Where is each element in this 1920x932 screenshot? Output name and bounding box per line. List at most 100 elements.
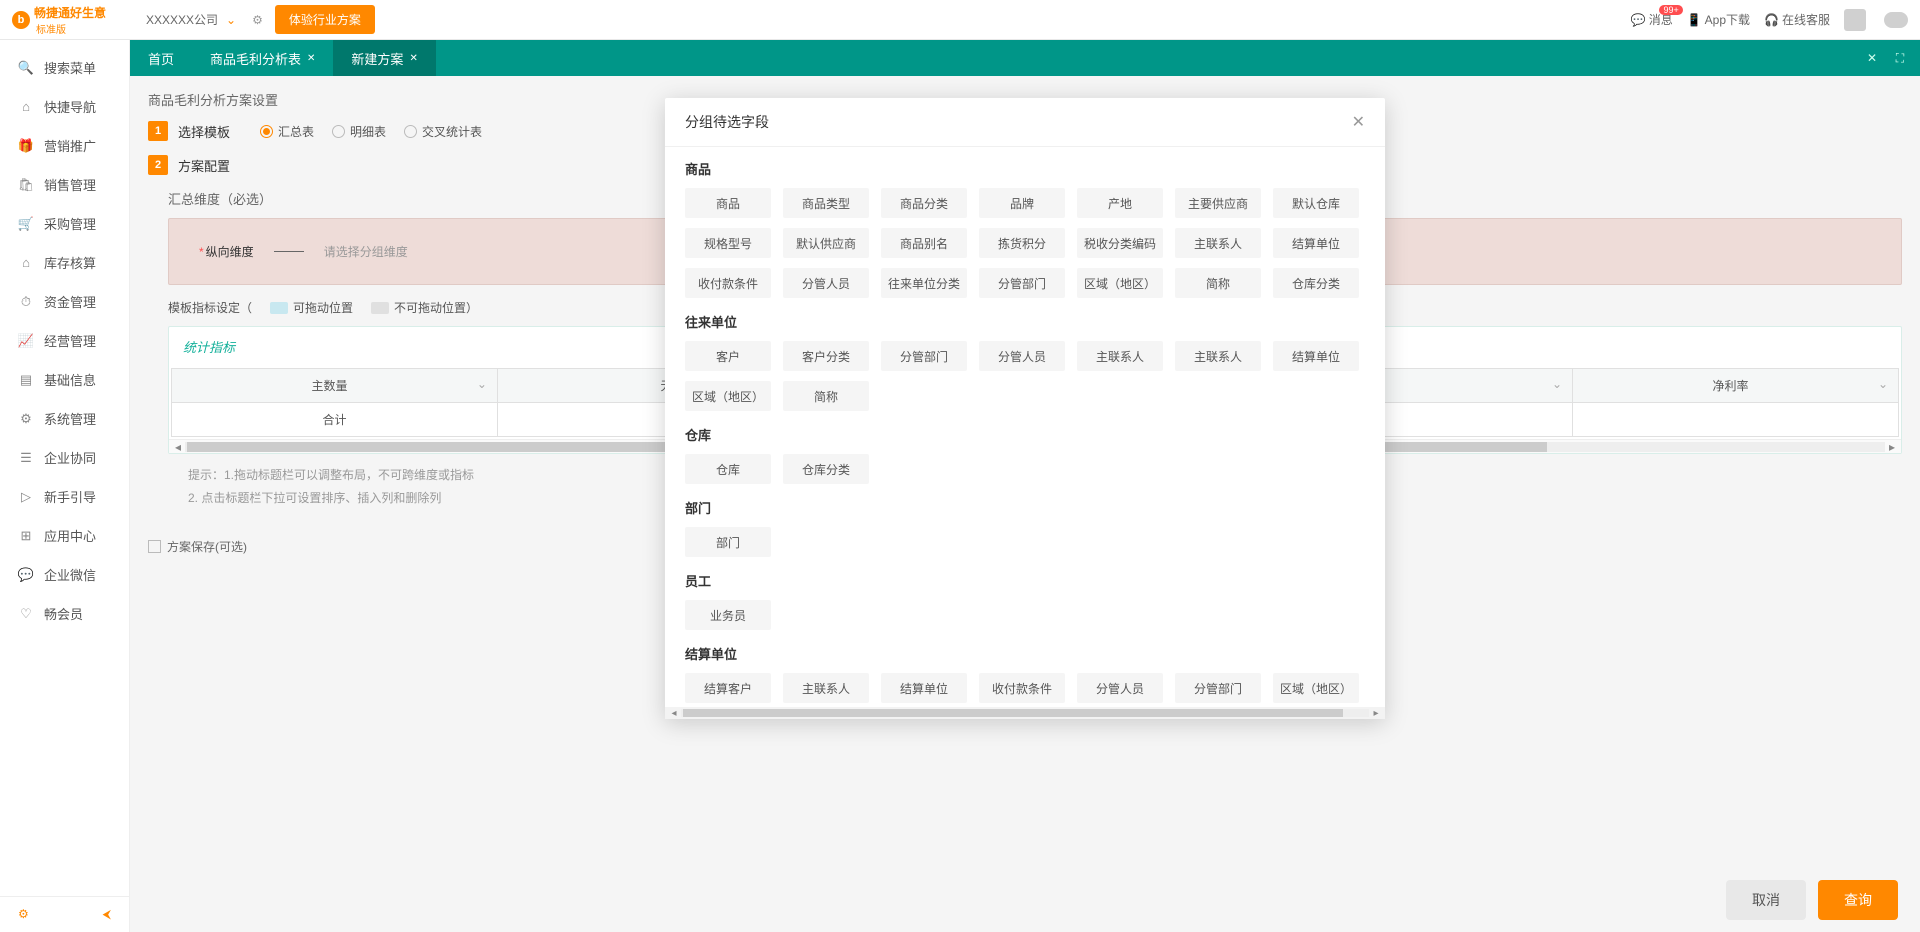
collapse-icon[interactable]: ⮜	[102, 907, 111, 922]
sidebar-item-5[interactable]: ⌂库存核算	[0, 243, 129, 282]
company-name: XXXXXX公司	[146, 11, 218, 28]
user-menu[interactable]	[1884, 12, 1908, 28]
trial-plan-button[interactable]: 体验行业方案	[275, 5, 375, 34]
sidebar-icon: 🛒	[18, 216, 34, 232]
field-option[interactable]: 规格型号	[685, 228, 771, 258]
field-option[interactable]: 分管人员	[783, 268, 869, 298]
sidebar-item-label: 销售管理	[44, 175, 96, 194]
field-option[interactable]: 主联系人	[1077, 341, 1163, 371]
scroll-thumb[interactable]	[683, 709, 1343, 717]
company-selector[interactable]: XXXXXX公司 ⌄ ⚙	[146, 11, 263, 28]
modal-close-button[interactable]: ✕	[1352, 112, 1365, 132]
sidebar-item-label: 企业微信	[44, 565, 96, 584]
sidebar-item-12[interactable]: ⊞应用中心	[0, 516, 129, 555]
sidebar-icon: ⏱	[18, 294, 34, 310]
avatar[interactable]	[1844, 9, 1866, 31]
field-option[interactable]: 收付款条件	[685, 268, 771, 298]
field-option[interactable]: 主联系人	[1175, 341, 1261, 371]
scroll-left-icon[interactable]: ◂	[667, 708, 681, 719]
field-option[interactable]: 业务员	[685, 600, 771, 630]
field-option[interactable]: 拣货积分	[979, 228, 1065, 258]
field-option[interactable]: 分管部门	[881, 341, 967, 371]
field-option[interactable]: 客户分类	[783, 341, 869, 371]
sidebar-item-14[interactable]: ♡畅会员	[0, 594, 129, 633]
field-option[interactable]: 区域（地区）	[1273, 673, 1359, 703]
sidebar-item-7[interactable]: 📈 经营管理	[0, 321, 129, 360]
field-option[interactable]: 产地	[1077, 188, 1163, 218]
sidebar-item-label: 系统管理	[44, 409, 96, 428]
field-option[interactable]: 主联系人	[1175, 228, 1261, 258]
modal-header: 分组待选字段 ✕	[665, 98, 1385, 147]
sidebar-item-2[interactable]: 🎁营销推广	[0, 126, 129, 165]
sidebar: 🔍搜索菜单⌂快捷导航🎁营销推广🛍销售管理 🛒 采购管理 ⌂库存核算⏱资金管理 📈 经营管理…	[0, 40, 130, 932]
sidebar-item-11[interactable]: ▷新手引导	[0, 477, 129, 516]
message-badge: 99+	[1659, 5, 1682, 15]
field-option[interactable]: 仓库分类	[783, 454, 869, 484]
sidebar-icon: ⌂	[18, 99, 34, 115]
field-option[interactable]: 分管部门	[979, 268, 1065, 298]
gear-icon[interactable]: ⚙	[252, 13, 263, 27]
sidebar-item-0[interactable]: 🔍搜索菜单	[0, 48, 129, 87]
message-icon: 💬	[1631, 13, 1646, 27]
sidebar-item-6[interactable]: ⏱资金管理	[0, 282, 129, 321]
field-option[interactable]: 区域（地区）	[685, 381, 771, 411]
online-service-link[interactable]: 🎧 在线客服	[1764, 11, 1830, 28]
sidebar-item-label: 采购管理	[44, 214, 96, 233]
field-group-title: 结算单位	[685, 644, 1377, 663]
field-option[interactable]: 主联系人	[783, 673, 869, 703]
field-option[interactable]: 结算单位	[1273, 341, 1359, 371]
sidebar-item-9[interactable]: ⚙系统管理	[0, 399, 129, 438]
sidebar-item-8[interactable]: ▤基础信息	[0, 360, 129, 399]
field-option[interactable]: 客户	[685, 341, 771, 371]
modal-title: 分组待选字段	[685, 112, 769, 132]
sidebar-item-13[interactable]: 💬企业微信	[0, 555, 129, 594]
field-option[interactable]: 默认供应商	[783, 228, 869, 258]
field-option[interactable]: 商品别名	[881, 228, 967, 258]
field-option[interactable]: 区域（地区）	[1077, 268, 1163, 298]
field-option[interactable]: 结算单位	[881, 673, 967, 703]
sidebar-icon: ▷	[18, 489, 34, 505]
field-option[interactable]: 结算客户	[685, 673, 771, 703]
settings-icon[interactable]: ⚙	[18, 907, 29, 922]
field-option[interactable]: 默认仓库	[1273, 188, 1359, 218]
field-option[interactable]: 税收分类编码	[1077, 228, 1163, 258]
sidebar-item-label: 经营管理	[44, 331, 96, 350]
field-group: 仓库仓库仓库分类	[685, 425, 1377, 484]
sidebar-item-3[interactable]: 🛍销售管理	[0, 165, 129, 204]
field-group-title: 往来单位	[685, 312, 1377, 331]
field-option[interactable]: 分管部门	[1175, 673, 1261, 703]
sidebar-footer: ⚙ ⮜	[0, 896, 129, 932]
field-option[interactable]: 收付款条件	[979, 673, 1065, 703]
content-area: 首页商品毛利分析表✕新建方案✕ ✕ ⛶ 商品毛利分析方案设置 1 选择模板 汇总…	[130, 40, 1920, 932]
field-option[interactable]: 分管人员	[979, 341, 1065, 371]
sidebar-item-label: 营销推广	[44, 136, 96, 155]
header-right: 💬 消息 99+ 📱 App下载 🎧 在线客服	[1631, 9, 1908, 31]
field-selector-modal: 分组待选字段 ✕ 商品商品商品类型商品分类品牌产地主要供应商默认仓库规格型号默认…	[665, 98, 1385, 719]
field-option[interactable]: 往来单位分类	[881, 268, 967, 298]
field-group: 商品商品商品类型商品分类品牌产地主要供应商默认仓库规格型号默认供应商商品别名拣货…	[685, 159, 1377, 298]
sidebar-icon: 📈	[18, 333, 34, 349]
field-option[interactable]: 简称	[783, 381, 869, 411]
field-option[interactable]: 分管人员	[1077, 673, 1163, 703]
field-option[interactable]: 商品分类	[881, 188, 967, 218]
field-option[interactable]: 仓库	[685, 454, 771, 484]
field-option[interactable]: 商品	[685, 188, 771, 218]
app-download-link[interactable]: 📱 App下载	[1687, 11, 1750, 28]
field-option[interactable]: 商品类型	[783, 188, 869, 218]
field-group: 员工业务员	[685, 571, 1377, 630]
field-group: 部门部门	[685, 498, 1377, 557]
field-option[interactable]: 结算单位	[1273, 228, 1359, 258]
scroll-right-icon[interactable]: ▸	[1369, 708, 1383, 719]
field-option[interactable]: 主要供应商	[1175, 188, 1261, 218]
field-option[interactable]: 部门	[685, 527, 771, 557]
sidebar-item-10[interactable]: ☰企业协同	[0, 438, 129, 477]
sidebar-item-label: 搜索菜单	[44, 58, 96, 77]
sidebar-item-1[interactable]: ⌂快捷导航	[0, 87, 129, 126]
sidebar-item-label: 企业协同	[44, 448, 96, 467]
messages-link[interactable]: 💬 消息 99+	[1631, 11, 1673, 28]
field-option[interactable]: 品牌	[979, 188, 1065, 218]
field-option[interactable]: 简称	[1175, 268, 1261, 298]
field-option[interactable]: 仓库分类	[1273, 268, 1359, 298]
modal-h-scrollbar[interactable]: ◂ ▸	[665, 707, 1385, 719]
sidebar-item-4[interactable]: 🛒 采购管理	[0, 204, 129, 243]
